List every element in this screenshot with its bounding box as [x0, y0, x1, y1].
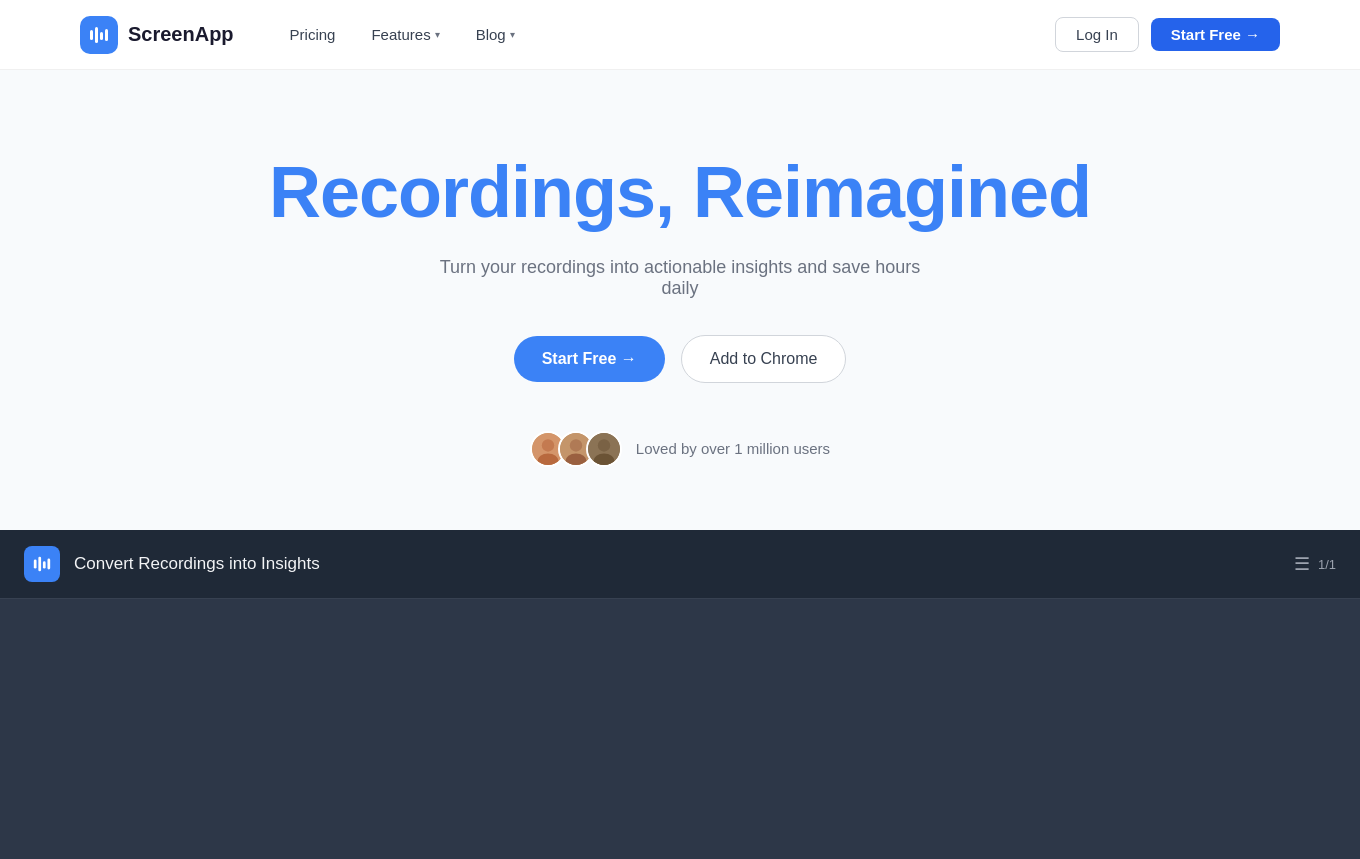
hero-title: Recordings, Reimagined: [269, 153, 1091, 232]
navbar-left: ScreenApp Pricing Features ▾ Blog ▾: [80, 16, 531, 54]
bottom-logo-icon: [24, 546, 60, 582]
hero-section: Recordings, Reimagined Turn your recordi…: [0, 70, 1360, 530]
bottom-header: Convert Recordings into Insights ☰ 1/1: [0, 530, 1360, 599]
svg-rect-2: [100, 32, 103, 40]
navbar-right: Log In Start Free →: [1055, 17, 1280, 52]
bottom-section: Convert Recordings into Insights ☰ 1/1: [0, 530, 1360, 859]
svg-rect-14: [38, 557, 41, 572]
slide-counter: 1/1: [1318, 557, 1336, 572]
svg-point-11: [598, 439, 610, 451]
nav-pricing[interactable]: Pricing: [274, 18, 352, 51]
start-free-nav-button[interactable]: Start Free →: [1151, 18, 1280, 51]
avatar-group: [530, 431, 622, 467]
svg-point-8: [570, 439, 582, 451]
svg-point-5: [542, 439, 554, 451]
bottom-header-right: ☰ 1/1: [1294, 553, 1336, 575]
social-proof-text: Loved by over 1 million users: [636, 440, 830, 457]
svg-rect-0: [90, 30, 93, 40]
svg-rect-15: [43, 561, 46, 568]
navbar: ScreenApp Pricing Features ▾ Blog ▾ Log …: [0, 0, 1360, 70]
nav-blog[interactable]: Blog ▾: [460, 18, 531, 51]
svg-rect-1: [95, 27, 98, 43]
svg-rect-13: [34, 559, 37, 568]
features-chevron-icon: ▾: [435, 29, 440, 40]
nav-links: Pricing Features ▾ Blog ▾: [274, 18, 531, 51]
blog-chevron-icon: ▾: [510, 29, 515, 40]
avatar: [586, 431, 622, 467]
bottom-bar-title: Convert Recordings into Insights: [74, 554, 320, 574]
login-button[interactable]: Log In: [1055, 17, 1139, 52]
bottom-content: [0, 599, 1360, 859]
nav-features[interactable]: Features ▾: [355, 18, 455, 51]
hero-buttons: Start Free → Add to Chrome: [514, 335, 847, 383]
add-to-chrome-button[interactable]: Add to Chrome: [681, 335, 847, 383]
logo-icon: [80, 16, 118, 54]
logo-text: ScreenApp: [128, 23, 234, 46]
logo[interactable]: ScreenApp: [80, 16, 234, 54]
bottom-header-left: Convert Recordings into Insights: [24, 546, 320, 582]
hero-subtitle: Turn your recordings into actionable ins…: [430, 257, 930, 299]
svg-rect-3: [105, 29, 108, 41]
slides-icon[interactable]: ☰: [1294, 553, 1310, 575]
social-proof: Loved by over 1 million users: [530, 431, 830, 467]
start-free-hero-button[interactable]: Start Free →: [514, 336, 665, 382]
svg-rect-16: [47, 559, 50, 570]
